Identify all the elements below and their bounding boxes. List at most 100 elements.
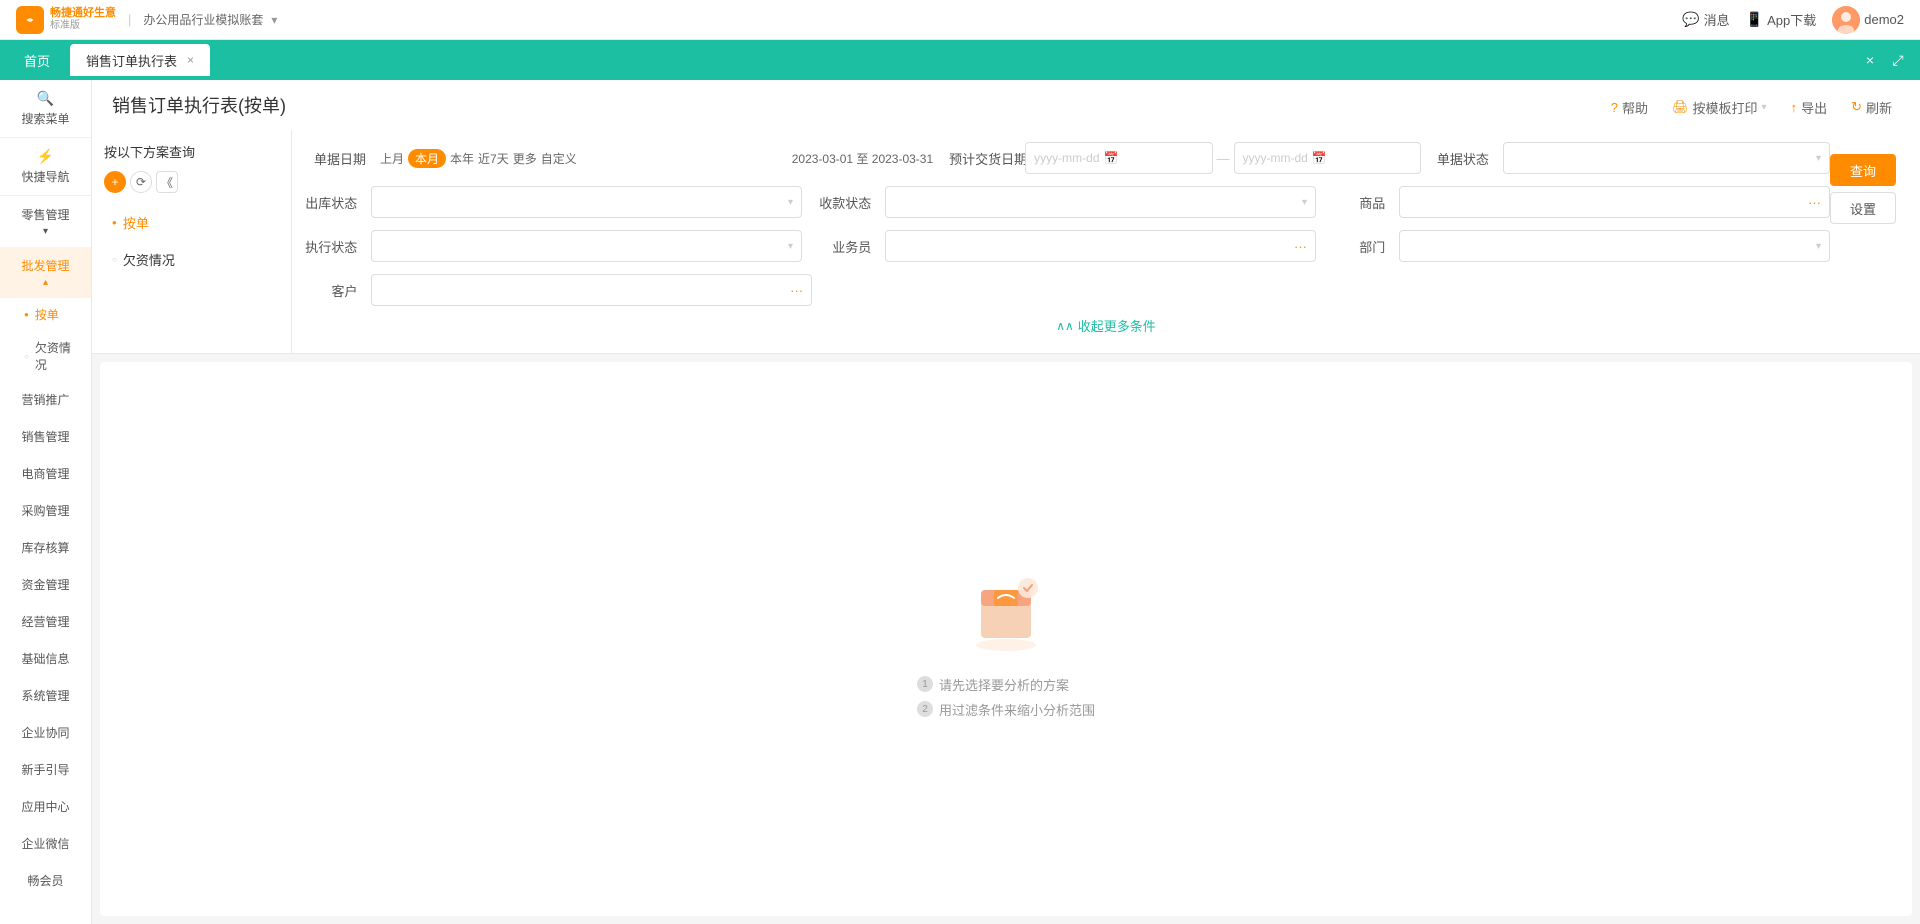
date-label: 单据日期	[304, 149, 374, 168]
sidebar-item-app-center[interactable]: 应用中心	[0, 788, 91, 825]
date-quick-更多[interactable]: 更多	[513, 150, 537, 167]
app-download-action[interactable]: 📱 App下载	[1746, 10, 1817, 29]
customer-select[interactable]: ···	[371, 274, 812, 306]
goods-group: 商品 ···	[1332, 186, 1830, 218]
refresh-icon: ↻	[1851, 99, 1862, 115]
empty-tip-1: 1 请先选择要分析的方案	[917, 675, 1095, 694]
sidebar-item-member[interactable]: 畅会员	[0, 862, 91, 899]
scheme-active-icon: ●	[112, 218, 117, 227]
goods-select[interactable]: ···	[1399, 186, 1830, 218]
sidebar-item-wholesale[interactable]: 批发管理 ▴	[0, 247, 91, 298]
help-btn[interactable]: ? 帮助	[1603, 94, 1656, 121]
sidebar-quick-nav[interactable]: ⚡ 快捷导航	[0, 138, 91, 195]
refresh-label: 刷新	[1866, 98, 1892, 117]
sidebar-item-newbie[interactable]: 新手引导	[0, 751, 91, 788]
out-stock-select[interactable]: ▾	[371, 186, 802, 218]
scheme-inactive-icon: ○	[112, 255, 117, 264]
date-quick-近7天[interactable]: 近7天	[478, 150, 509, 167]
expected-date-start[interactable]: yyyy-mm-dd 📅	[1025, 142, 1212, 174]
tab-expand-btn[interactable]: ⤢	[1888, 50, 1908, 70]
sidebar-item-inventory[interactable]: 库存核算	[0, 529, 91, 566]
message-icon: 💬	[1682, 11, 1699, 28]
date-quick-自定义[interactable]: 自定义	[541, 150, 577, 167]
filter-row-4: 客户 ···	[304, 274, 1830, 306]
collapse-icon: ∧∧	[1056, 319, 1074, 333]
settings-btn[interactable]: 设置	[1830, 192, 1896, 224]
search-icon: 🔍	[37, 90, 54, 107]
collapse-scheme-btn[interactable]: 《	[156, 171, 178, 193]
sidebar-item-basic-info[interactable]: 基础信息	[0, 640, 91, 677]
tab-sales-order[interactable]: 销售订单执行表 ×	[70, 44, 210, 76]
tip-1-text: 请先选择要分析的方案	[939, 675, 1069, 694]
sidebar-search-label: 搜索菜单	[21, 110, 69, 127]
sidebar-item-enterprise[interactable]: 企业协同	[0, 714, 91, 751]
page-header: 销售订单执行表(按单) ? 帮助 🖨 按模板打印 ▾ ↑ 导出 ↻ 刷新	[92, 80, 1920, 130]
status-field-group: 单据状态 ▾	[1437, 142, 1830, 174]
date-quick-本月[interactable]: 本月	[408, 149, 446, 168]
status-select[interactable]: ▾	[1503, 142, 1830, 174]
sidebar-item-finance[interactable]: 资金管理	[0, 566, 91, 603]
page-title: 销售订单执行表(按单)	[112, 92, 286, 118]
status-label: 单据状态	[1437, 149, 1497, 168]
sidebar-wholesale-submenu: ● 按单 ○ 欠资情况	[0, 298, 91, 381]
main-filters: 单据日期 上月 本月 本年 近7天 更多 自定义 2023	[292, 130, 1920, 353]
sidebar-item-marketing[interactable]: 营销推广	[0, 381, 91, 418]
breadcrumb-dropdown-icon[interactable]: ▾	[271, 13, 277, 27]
calendar-start-icon: 📅	[1104, 151, 1119, 165]
print-btn[interactable]: 🖨 按模板打印 ▾	[1664, 94, 1775, 121]
collapse-bar[interactable]: ∧∧ 收起更多条件	[304, 310, 1908, 341]
sidebar-sales-label: 销售管理	[21, 428, 69, 445]
export-label: 导出	[1801, 98, 1827, 117]
expected-date-end[interactable]: yyyy-mm-dd 📅	[1234, 142, 1421, 174]
refresh-scheme-btn[interactable]: ⟳	[130, 171, 152, 193]
expected-date-start-placeholder: yyyy-mm-dd	[1034, 151, 1099, 165]
tab-close-window-btn[interactable]: ×	[1860, 50, 1880, 70]
app-download-label: App下载	[1767, 10, 1816, 29]
receive-status-select[interactable]: ▾	[885, 186, 1316, 218]
sub-item-按单-label: 按单	[35, 306, 59, 323]
sidebar-search[interactable]: 🔍 搜索菜单	[0, 80, 91, 137]
export-btn[interactable]: ↑ 导出	[1783, 94, 1836, 121]
exec-status-label: 执行状态	[304, 237, 365, 256]
scheme-欠资情况-label: 欠资情况	[123, 250, 175, 269]
logo-area: 畅捷通好生意 标准版	[16, 6, 116, 34]
sidebar-operations-label: 经营管理	[21, 613, 69, 630]
salesperson-select[interactable]: ···	[885, 230, 1316, 262]
logo-text: 畅捷通好生意	[50, 7, 116, 20]
user-action[interactable]: demo2	[1832, 6, 1904, 34]
department-chevron: ▾	[1816, 241, 1821, 252]
scheme-item-欠资情况[interactable]: ○ 欠资情况	[104, 244, 279, 275]
sidebar-sub-item-按单[interactable]: ● 按单	[8, 298, 91, 331]
filter-left-title: 按以下方案查询	[104, 142, 279, 161]
export-icon: ↑	[1791, 100, 1798, 115]
refresh-btn[interactable]: ↻ 刷新	[1843, 94, 1900, 121]
logo-subtext: 标准版	[50, 20, 116, 32]
sidebar-app-center-label: 应用中心	[21, 798, 69, 815]
expected-date-group: 预计交货日期 yyyy-mm-dd 📅 — yyyy-mm-dd	[949, 142, 1421, 174]
department-select[interactable]: ▾	[1399, 230, 1830, 262]
customer-label: 客户	[304, 281, 365, 300]
add-scheme-btn[interactable]: +	[104, 171, 126, 193]
query-btn[interactable]: 查询	[1830, 154, 1896, 186]
sub-item-欠资情况-label: 欠资情况	[35, 339, 75, 373]
date-quick-本年[interactable]: 本年	[450, 150, 474, 167]
message-action[interactable]: 💬 消息	[1682, 10, 1729, 29]
sidebar-item-ecom[interactable]: 电商管理	[0, 455, 91, 492]
username-label: demo2	[1864, 12, 1904, 27]
sidebar-item-operations[interactable]: 经营管理	[0, 603, 91, 640]
tab-home-label: 首页	[24, 51, 50, 70]
sidebar-item-sales[interactable]: 销售管理	[0, 418, 91, 455]
help-label: 帮助	[1622, 98, 1648, 117]
date-quick-上月[interactable]: 上月	[380, 150, 404, 167]
sidebar-item-purchase[interactable]: 采购管理	[0, 492, 91, 529]
tab-close-btn[interactable]: ×	[187, 53, 194, 67]
filter-rows-wrapper: 单据日期 上月 本月 本年 近7天 更多 自定义 2023	[304, 142, 1908, 310]
sidebar-item-retail[interactable]: 零售管理 ▾	[0, 196, 91, 247]
sidebar-item-system[interactable]: 系统管理	[0, 677, 91, 714]
scheme-item-按单[interactable]: ● 按单	[104, 207, 279, 238]
tab-home[interactable]: 首页	[8, 44, 66, 76]
exec-status-select[interactable]: ▾	[371, 230, 802, 262]
sidebar-sub-item-欠资情况[interactable]: ○ 欠资情况	[8, 331, 91, 381]
empty-state: 1 请先选择要分析的方案 2 用过滤条件来缩小分析范围	[100, 362, 1912, 916]
sidebar-item-wechat[interactable]: 企业微信	[0, 825, 91, 862]
